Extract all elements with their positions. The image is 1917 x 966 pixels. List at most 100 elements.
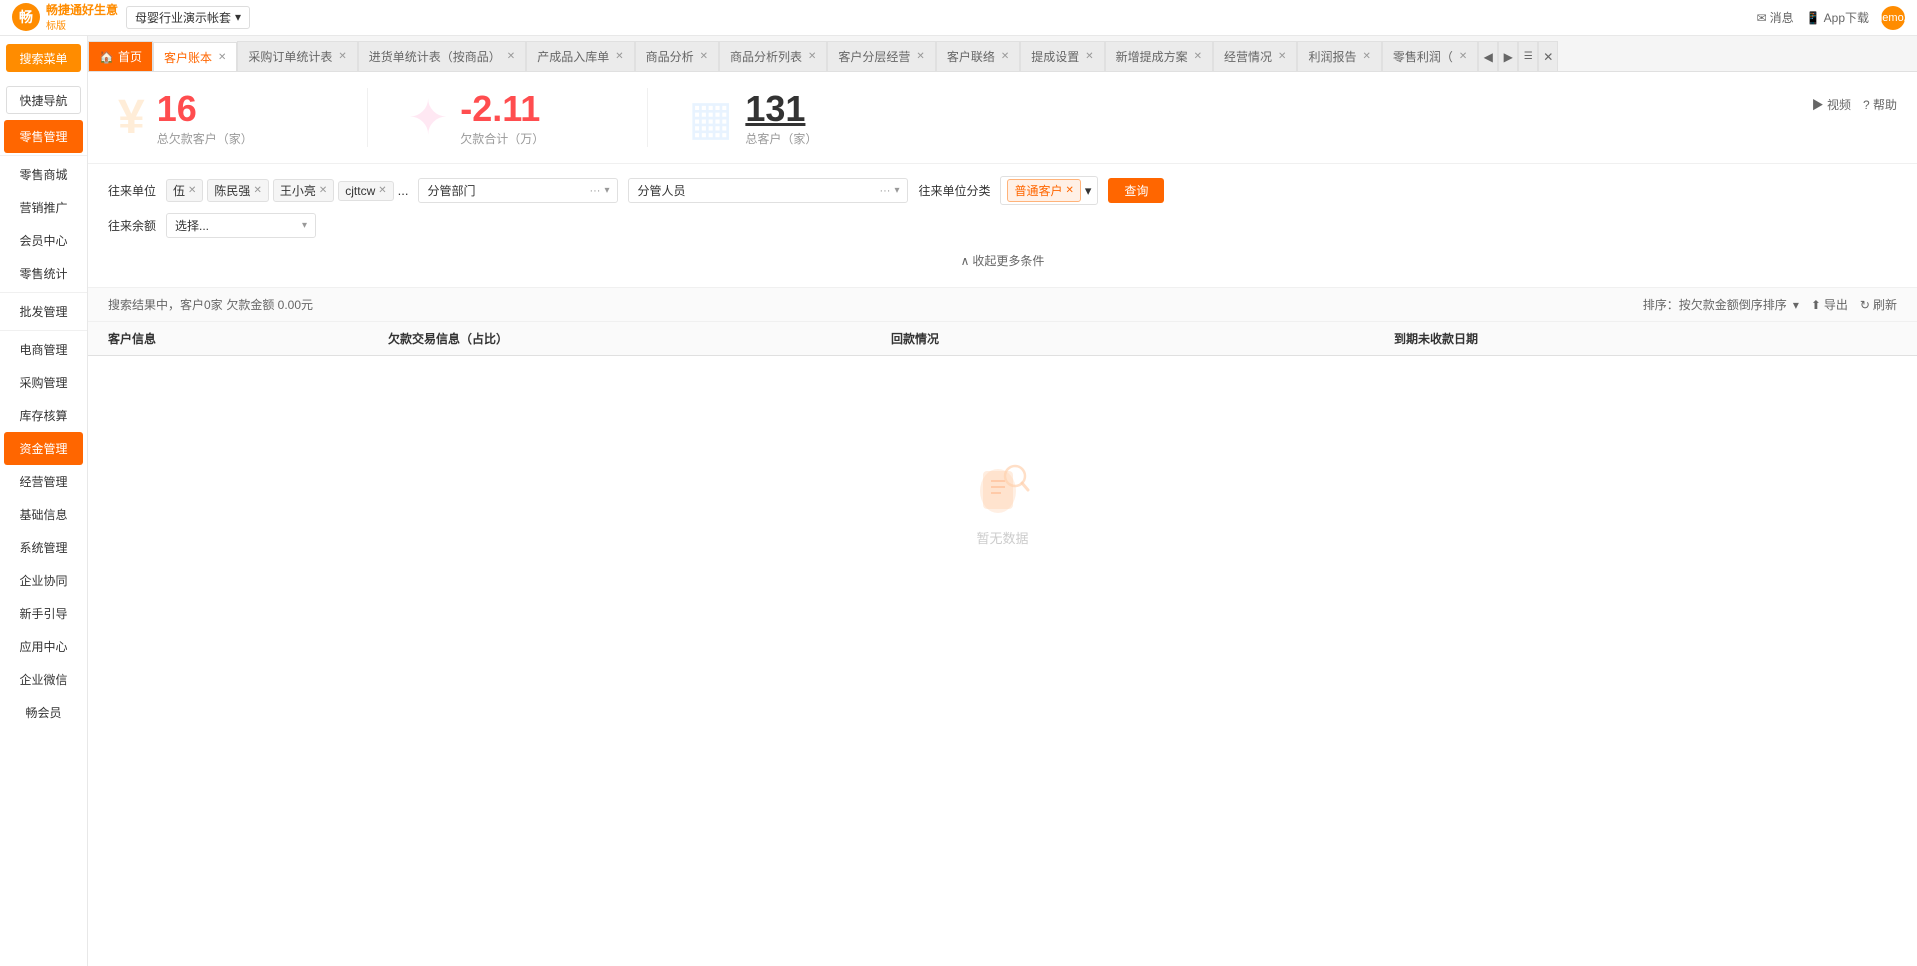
sidebar-item-member[interactable]: 会员中心 — [0, 224, 87, 257]
tab-home-label: 首页 — [118, 48, 142, 65]
export-icon: ⬆ — [1811, 298, 1821, 312]
collapse-button[interactable]: ∧ 收起更多条件 — [951, 252, 1055, 269]
content-area: 🏠 首页 客户账本 ✕ 采购订单统计表 ✕ 进货单统计表（按商品） ✕ 产成品入… — [88, 36, 1917, 966]
logo-text: 畅捷通好生意 — [46, 3, 118, 17]
tab-product-analysis[interactable]: 商品分析 ✕ — [635, 41, 719, 71]
tab-close-icon-7[interactable]: ✕ — [916, 51, 924, 62]
tab-nav-list[interactable]: ☰ — [1518, 41, 1538, 71]
tab-business-status[interactable]: 经营情况 ✕ — [1213, 41, 1297, 71]
tab-retail-profit[interactable]: 零售利润（ ✕ — [1382, 41, 1478, 71]
sidebar-item-basics[interactable]: 基础信息 — [0, 498, 87, 531]
tab-close-icon-5[interactable]: ✕ — [700, 51, 708, 62]
avatar[interactable]: demo2 — [1881, 6, 1905, 30]
sidebar-item-weixin[interactable]: 企业微信 — [0, 663, 87, 696]
quick-nav-button[interactable]: 快捷导航 — [6, 86, 81, 114]
staff-arrow-icon: ▾ — [894, 185, 899, 196]
balance-select[interactable]: 选择... ▾ — [166, 213, 316, 238]
tab-purchase-order-label: 采购订单统计表 — [248, 48, 332, 65]
tab-close-icon-8[interactable]: ✕ — [1001, 51, 1009, 62]
tab-nav-prev[interactable]: ◀ — [1478, 41, 1498, 71]
question-icon: ? — [1863, 98, 1870, 112]
help-btn[interactable]: ? 帮助 — [1863, 96, 1897, 113]
tab-new-commission[interactable]: 新增提成方案 ✕ — [1105, 41, 1213, 71]
data-table: 客户信息 欠款交易信息（占比） 回款情况 到期未收款日期 — [88, 322, 1917, 966]
sidebar-item-retail-stats[interactable]: 零售统计 — [0, 257, 87, 290]
tab-customer-contact[interactable]: 客户联络 ✕ — [936, 41, 1020, 71]
tab-profit-report[interactable]: 利润报告 ✕ — [1297, 41, 1381, 71]
tag-wang-close[interactable]: ✕ — [319, 185, 327, 196]
tab-product-list-label: 商品分析列表 — [730, 48, 802, 65]
message-label: 消息 — [1770, 9, 1794, 26]
sidebar-item-marketing[interactable]: 营销推广 — [0, 191, 87, 224]
sidebar-item-ecommerce[interactable]: 电商管理 — [0, 333, 87, 366]
top-bar-left: 畅 畅捷通好生意 标版 母婴行业演示帐套 ▾ — [12, 3, 250, 32]
stat-debt: ✦ -2.11 欠款合计（万） — [368, 88, 648, 147]
category-arrow-icon: ▾ — [1085, 183, 1092, 199]
staff-select[interactable]: 分管人员 ··· ▾ — [628, 178, 908, 203]
refresh-btn[interactable]: ↻ 刷新 — [1860, 296, 1897, 313]
tab-product-inbound[interactable]: 产成品入库单 ✕ — [526, 41, 634, 71]
sort-label: 排序：按欠款金额倒序排序 — [1643, 296, 1787, 313]
sidebar-item-finance[interactable]: 资金管理 — [4, 432, 83, 465]
store-arrow-icon: ▾ — [235, 10, 241, 24]
tab-purchase-order-stats[interactable]: 采购订单统计表 ✕ — [237, 41, 357, 71]
tab-close-icon-4[interactable]: ✕ — [615, 51, 623, 62]
category-select[interactable]: 普通客户 ✕ ▾ — [1000, 176, 1098, 205]
export-btn[interactable]: ⬆ 导出 — [1811, 296, 1848, 313]
tab-inbound-stats[interactable]: 进货单统计表（按商品） ✕ — [358, 41, 526, 71]
sidebar-item-purchase[interactable]: 采购管理 — [0, 366, 87, 399]
search-summary: 搜索结果中，客户0家 欠款金额 0.00元 排序：按欠款金额倒序排序 ▾ ⬆ 导… — [88, 288, 1917, 322]
sidebar-item-retail[interactable]: 零售管理 — [4, 120, 83, 153]
store-selector[interactable]: 母婴行业演示帐套 ▾ — [126, 6, 250, 29]
more-tags-btn[interactable]: ... — [398, 183, 409, 198]
tag-cjttcw-close[interactable]: ✕ — [378, 185, 386, 196]
sidebar-item-retail-mall[interactable]: 零售商城 — [0, 158, 87, 191]
tab-close-icon[interactable]: ✕ — [218, 52, 226, 63]
query-button[interactable]: 查询 — [1108, 178, 1164, 203]
tab-close-icon-2[interactable]: ✕ — [338, 51, 346, 62]
company-tags: 伍 ✕ 陈民强 ✕ 王小亮 ✕ cjttcw ✕ — [166, 179, 408, 202]
stat2-bg-icon: ✦ — [408, 90, 448, 146]
sidebar-item-inventory[interactable]: 库存核算 — [0, 399, 87, 432]
category-tag-close[interactable]: ✕ — [1066, 185, 1074, 196]
tab-close-icon-9[interactable]: ✕ — [1085, 51, 1093, 62]
sidebar-item-wholesale[interactable]: 批发管理 — [0, 295, 87, 328]
video-label: 视频 — [1827, 98, 1851, 112]
tab-home[interactable]: 🏠 首页 — [88, 41, 153, 71]
tag-wu-close[interactable]: ✕ — [188, 185, 196, 196]
search-actions: 排序：按欠款金额倒序排序 ▾ ⬆ 导出 ↻ 刷新 — [1643, 296, 1897, 313]
tab-product-analysis-list[interactable]: 商品分析列表 ✕ — [719, 41, 827, 71]
tab-customer-ledger[interactable]: 客户账本 ✕ — [153, 42, 237, 72]
sidebar-item-enterprise[interactable]: 企业协同 — [0, 564, 87, 597]
tab-customer-layer[interactable]: 客户分层经营 ✕ — [827, 41, 935, 71]
tab-close-icon-6[interactable]: ✕ — [808, 51, 816, 62]
tab-close-all[interactable]: ✕ — [1538, 41, 1558, 71]
sidebar-item-operations[interactable]: 经营管理 — [0, 465, 87, 498]
sidebar-item-system[interactable]: 系统管理 — [0, 531, 87, 564]
department-select[interactable]: 分管部门 ··· ▾ — [418, 178, 618, 203]
staff-label: 分管人员 — [637, 182, 685, 199]
sort-arrow-icon: ▾ — [1793, 298, 1799, 312]
top-bar-right: ✉ 消息 📱 App下载 demo2 — [1757, 6, 1905, 30]
tab-close-icon-3[interactable]: ✕ — [507, 51, 515, 62]
message-btn[interactable]: ✉ 消息 — [1757, 9, 1794, 26]
sidebar-item-guide[interactable]: 新手引导 — [0, 597, 87, 630]
search-info: 搜索结果中，客户0家 欠款金额 0.00元 — [108, 296, 313, 313]
sidebar-item-appcenter[interactable]: 应用中心 — [0, 630, 87, 663]
sidebar-item-changhui[interactable]: 畅会员 — [0, 696, 87, 729]
tag-chen-close[interactable]: ✕ — [253, 185, 261, 196]
tab-product-analysis-label: 商品分析 — [646, 48, 694, 65]
tab-close-icon-11[interactable]: ✕ — [1278, 51, 1286, 62]
tab-commission-settings[interactable]: 提成设置 ✕ — [1020, 41, 1104, 71]
tab-close-icon-12[interactable]: ✕ — [1362, 51, 1370, 62]
search-menu-button[interactable]: 搜索菜单 — [6, 44, 81, 72]
tab-close-icon-10[interactable]: ✕ — [1194, 51, 1202, 62]
tab-nav-next[interactable]: ▶ — [1498, 41, 1518, 71]
tab-close-icon-13[interactable]: ✕ — [1459, 51, 1467, 62]
tag-chen: 陈民强 ✕ — [207, 179, 268, 202]
sort-select[interactable]: 排序：按欠款金额倒序排序 ▾ — [1643, 296, 1799, 313]
amount-text: 欠款金额 0.00元 — [226, 298, 313, 312]
tab-customer-ledger-label: 客户账本 — [164, 49, 212, 66]
app-download-btn[interactable]: 📱 App下载 — [1806, 9, 1869, 26]
video-btn[interactable]: ▶ 视频 — [1812, 96, 1851, 113]
